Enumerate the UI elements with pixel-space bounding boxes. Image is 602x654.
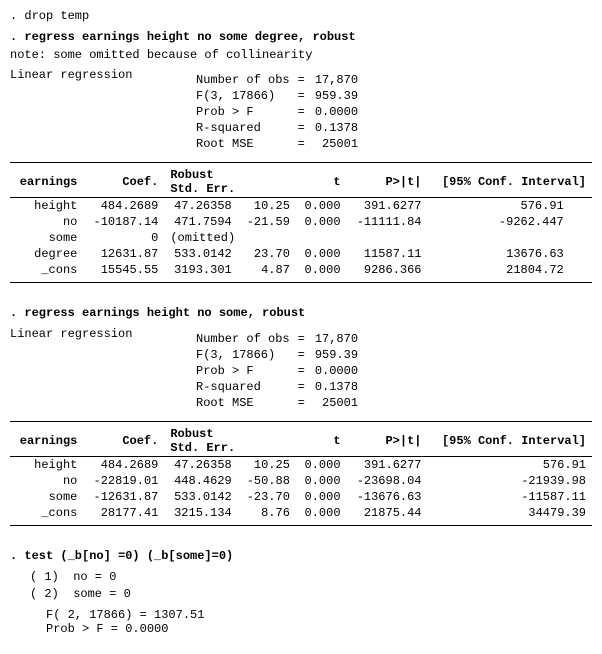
stats-row: Number of obs=17,870 — [190, 331, 364, 347]
reg1-col-t: t — [296, 167, 347, 198]
table-row: _cons15545.553193.3014.870.0009286.36621… — [10, 262, 592, 278]
reg2-col-coef: Coef. — [83, 426, 164, 457]
test-result: F( 2, 17866) = 1307.51 — [10, 608, 592, 622]
table-row: some-12631.87533.0142-23.700.000-13676.6… — [10, 489, 592, 505]
cmd3: . regress earnings height no some, robus… — [10, 305, 592, 322]
stats-row: F(3, 17866)=959.39 — [190, 347, 364, 363]
reg1-col-ci: [95% Conf. Interval] — [428, 167, 593, 198]
reg1-col-robust-se: Robust Std. Err. — [164, 167, 296, 198]
reg1-table-header: earnings Coef. Robust Std. Err. t P>|t| … — [10, 167, 592, 198]
cmd2: . regress earnings height no some degree… — [10, 29, 592, 46]
stats-row: Prob > F=0.0000 — [190, 104, 364, 120]
reg1-table-outer: earnings Coef. Robust Std. Err. t P>|t| … — [10, 162, 592, 283]
cmd1: . drop temp — [10, 8, 592, 25]
test-prob: Prob > F = 0.0000 — [10, 622, 592, 636]
reg1-title: Linear regression — [10, 68, 190, 82]
stats-row: Root MSE=25001 — [190, 136, 364, 152]
reg2-table-header: earnings Coef. Robust Std. Err. t P>|t| … — [10, 426, 592, 457]
reg1-col-pt: P>|t| — [347, 167, 428, 198]
stats-row: R-squared=0.1378 — [190, 120, 364, 136]
reg2-col-earnings: earnings — [10, 426, 83, 457]
test-line2: ( 2) some = 0 — [10, 586, 592, 603]
table-row: degree12631.87533.014223.700.00011587.11… — [10, 246, 592, 262]
stats-row: Number of obs=17,870 — [190, 72, 364, 88]
reg2-col-t: t — [296, 426, 347, 457]
stats-row: F(3, 17866)=959.39 — [190, 88, 364, 104]
reg1-col-earnings: earnings — [10, 167, 83, 198]
note1: note: some omitted because of collineari… — [10, 47, 592, 64]
test-f-val: 1307.51 — [154, 608, 204, 622]
test-f-eq: = — [140, 608, 147, 622]
table-row: some0(omitted) — [10, 230, 592, 246]
table-row: no-10187.14471.7594-21.590.000-11111.84-… — [10, 214, 592, 230]
stats-row: R-squared=0.1378 — [190, 379, 364, 395]
reg2-col-robust-se: Robust Std. Err. — [164, 426, 296, 457]
reg2-table-outer: earnings Coef. Robust Std. Err. t P>|t| … — [10, 421, 592, 526]
stats-row: Root MSE=25001 — [190, 395, 364, 411]
reg1-stats: Number of obs=17,870F(3, 17866)=959.39Pr… — [190, 68, 364, 156]
reg2-col-pt: P>|t| — [347, 426, 428, 457]
table-row: no-22819.01448.4629-50.880.000-23698.04-… — [10, 473, 592, 489]
test-prob-label: Prob > F = — [46, 622, 118, 636]
stats-row: Prob > F=0.0000 — [190, 363, 364, 379]
test-prob-val: 0.0000 — [125, 622, 168, 636]
test-line1: ( 1) no = 0 — [10, 569, 592, 586]
reg1-col-coef: Coef. — [83, 167, 164, 198]
table-row: height484.268947.2635810.250.000391.6277… — [10, 198, 592, 215]
cmd4: . test (_b[no] =0) (_b[some]=0) — [10, 548, 592, 565]
reg2-stats: Number of obs=17,870F(3, 17866)=959.39Pr… — [190, 327, 364, 415]
table-row: height484.268947.2635810.250.000391.6277… — [10, 456, 592, 473]
reg2-col-ci: [95% Conf. Interval] — [428, 426, 593, 457]
reg2-title: Linear regression — [10, 327, 190, 341]
test-f-label: F( 2, 17866) — [46, 608, 132, 622]
table-row: _cons28177.413215.1348.760.00021875.4434… — [10, 505, 592, 521]
